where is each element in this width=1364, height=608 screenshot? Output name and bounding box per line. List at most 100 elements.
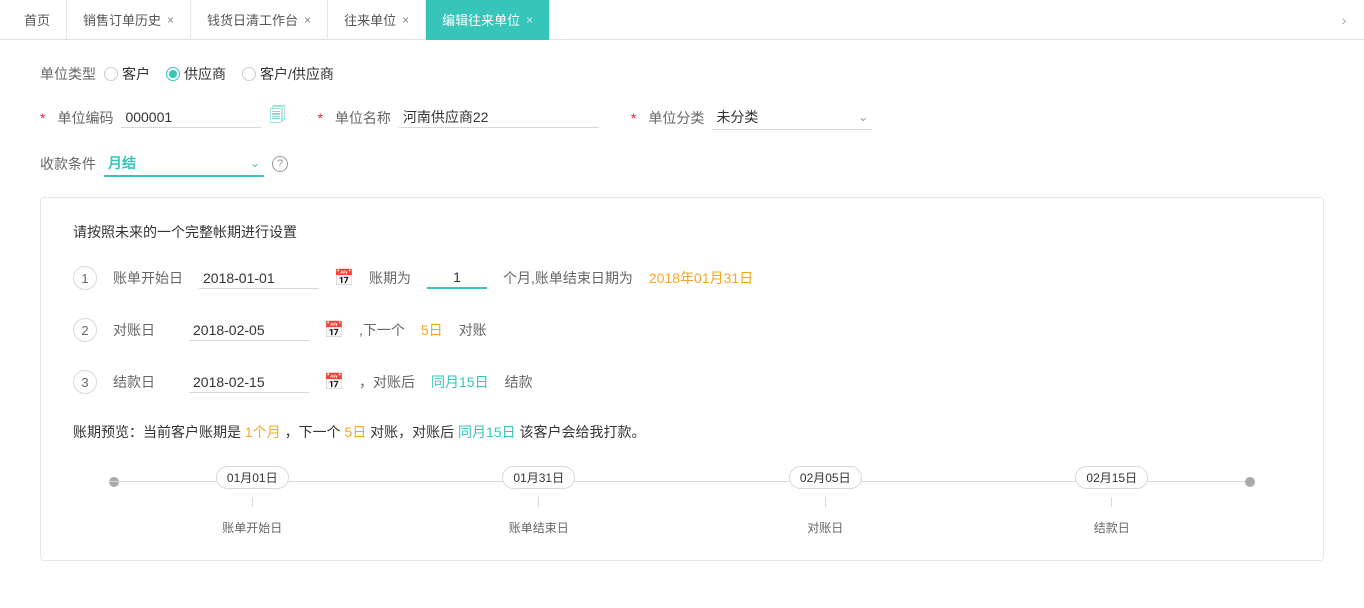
radio-both-circle xyxy=(242,67,256,81)
tabs-more-arrow[interactable]: › xyxy=(1332,0,1356,40)
step-2-row: 2 对账日 📅 ,下一个 5日 对账 xyxy=(73,318,1291,342)
timeline-node-2: 02月05日 对账日 xyxy=(789,466,862,536)
radio-supplier-circle xyxy=(166,67,180,81)
step-2-num: 2 xyxy=(73,318,97,342)
step-2-date-input[interactable] xyxy=(189,320,309,341)
period-section: 请按照未来的一个完整帐期进行设置 1 账单开始日 📅 账期为 个月,账单结束日期… xyxy=(40,197,1324,561)
step-1-end-date: 2018年01月31日 xyxy=(649,268,753,288)
step-3-row: 3 结款日 📅 ，对账后 同月15日 结款 xyxy=(73,370,1291,394)
timeline-label-1: 账单结束日 xyxy=(509,519,569,536)
unit-category-arrow: ⌄ xyxy=(858,110,868,124)
timeline-label-0: 账单开始日 xyxy=(222,519,282,536)
tab-partner-label: 往来单位 xyxy=(344,10,396,29)
unit-type-label: 单位类型 xyxy=(40,64,96,84)
step-3-num: 3 xyxy=(73,370,97,394)
preview-period: 1个月 xyxy=(245,424,281,440)
unit-code-input[interactable] xyxy=(121,107,261,128)
payment-value: 月结 xyxy=(108,153,246,173)
preview-text: 账期预览：当前客户账期是 1个月 ，下一个 5日 对账，对账后 同月15日 该客… xyxy=(73,422,1291,442)
unit-name-star: * xyxy=(317,110,322,126)
radio-both-label: 客户/供应商 xyxy=(260,64,334,84)
timeline-node-1: 01月31日 账单结束日 xyxy=(502,466,575,536)
radio-supplier[interactable]: 供应商 xyxy=(166,64,226,84)
timeline-connector-1 xyxy=(538,497,539,507)
tab-home[interactable]: 首页 xyxy=(8,0,67,40)
timeline-container: 01月01日 账单开始日 01月31日 账单结束日 02月05日 对账日 xyxy=(73,466,1291,536)
unit-code-star: * xyxy=(40,110,45,126)
radio-group: 客户 供应商 客户/供应商 xyxy=(104,64,334,84)
tab-partner[interactable]: 往来单位 × xyxy=(328,0,426,40)
preview-sep1: ，下一个 xyxy=(285,424,341,440)
step-2-suffix-before: ,下一个 xyxy=(359,320,405,340)
help-icon[interactable]: ? xyxy=(272,156,288,172)
main-content: 单位类型 客户 供应商 客户/供应商 * 单位编码 xyxy=(0,40,1364,608)
unit-code-group: * 单位编码 🗐 xyxy=(40,104,285,131)
step-2-suffix-after: 对账 xyxy=(459,320,487,340)
step-1-period-input[interactable] xyxy=(427,267,487,289)
step-1-num: 1 xyxy=(73,266,97,290)
step-3-highlight: 同月15日 xyxy=(431,372,489,392)
step-1-cal-icon[interactable]: 📅 xyxy=(335,269,353,287)
timeline-node-0: 01月01日 账单开始日 xyxy=(216,466,289,536)
unit-name-label: 单位名称 xyxy=(335,108,391,128)
payment-row: 收款条件 月结 ⌄ ? xyxy=(40,151,1324,177)
timeline-badge-0: 01月01日 xyxy=(216,466,289,489)
timeline-nodes-row: 01月01日 账单开始日 01月31日 账单结束日 02月05日 对账日 xyxy=(93,466,1271,536)
step-3-suffix-after: 结款 xyxy=(505,372,533,392)
step-1-label: 账单开始日 xyxy=(113,268,183,288)
timeline-badge-2: 02月05日 xyxy=(789,466,862,489)
tab-edit-partner-close[interactable]: × xyxy=(526,13,533,27)
preview-payment-day: 同月15日 xyxy=(458,424,516,440)
timeline-label-3: 结款日 xyxy=(1094,519,1130,536)
step-3-cal-icon[interactable]: 📅 xyxy=(325,373,343,391)
unit-info-row: * 单位编码 🗐 * 单位名称 * 单位分类 未分类 ⌄ xyxy=(40,104,1324,131)
unit-category-group: * 单位分类 未分类 ⌄ xyxy=(631,105,872,130)
tab-cash-work-close[interactable]: × xyxy=(304,13,311,27)
radio-customer-label: 客户 xyxy=(122,64,150,84)
timeline-label-2: 对账日 xyxy=(807,519,843,536)
tab-home-label: 首页 xyxy=(24,10,50,29)
tab-cash-work[interactable]: 钱货日清工作台 × xyxy=(191,0,328,40)
step-1-suffix-before: 账期为 xyxy=(369,268,411,288)
unit-category-star: * xyxy=(631,110,636,126)
copy-icon[interactable]: 🗐 xyxy=(269,104,285,131)
payment-select[interactable]: 月结 ⌄ xyxy=(104,151,264,177)
step-3-date-input[interactable] xyxy=(189,372,309,393)
unit-category-label: 单位分类 xyxy=(648,108,704,128)
timeline-badge-3: 02月15日 xyxy=(1075,466,1148,489)
preview-sep2: 对账，对账后 xyxy=(370,424,454,440)
tab-sales-history[interactable]: 销售订单历史 × xyxy=(67,0,191,40)
tab-edit-partner-label: 编辑往来单位 xyxy=(442,10,520,29)
step-1-date-input[interactable] xyxy=(199,268,319,289)
timeline-node-3: 02月15日 结款日 xyxy=(1075,466,1148,536)
timeline-connector-3 xyxy=(1111,497,1112,507)
unit-name-group: * 单位名称 xyxy=(317,107,598,128)
section-title: 请按照未来的一个完整帐期进行设置 xyxy=(73,222,1291,242)
step-2-cal-icon[interactable]: 📅 xyxy=(325,321,343,339)
preview-day: 5日 xyxy=(344,424,366,440)
unit-category-select[interactable]: 未分类 ⌄ xyxy=(712,105,872,130)
timeline-connector-0 xyxy=(252,497,253,507)
step-2-highlight: 5日 xyxy=(421,320,443,340)
tab-sales-history-label: 销售订单历史 xyxy=(83,10,161,29)
tab-sales-history-close[interactable]: × xyxy=(167,13,174,27)
payment-arrow: ⌄ xyxy=(250,156,260,170)
step-1-row: 1 账单开始日 📅 账期为 个月,账单结束日期为 2018年01月31日 xyxy=(73,266,1291,290)
tab-edit-partner[interactable]: 编辑往来单位 × xyxy=(426,0,550,40)
payment-group: 收款条件 月结 ⌄ ? xyxy=(40,151,288,177)
preview-prefix: 账期预览：当前客户账期是 xyxy=(73,424,241,440)
step-1-suffix-after: 个月,账单结束日期为 xyxy=(503,268,633,288)
step-3-suffix-before: ，对账后 xyxy=(359,372,415,392)
step-3-label: 结款日 xyxy=(113,372,173,392)
radio-both[interactable]: 客户/供应商 xyxy=(242,64,334,84)
preview-suffix: 该客户会给我打款。 xyxy=(520,424,646,440)
unit-name-input[interactable] xyxy=(399,107,599,128)
unit-code-label: 单位编码 xyxy=(57,108,113,128)
timeline-badge-1: 01月31日 xyxy=(502,466,575,489)
radio-customer-circle xyxy=(104,67,118,81)
tabs-bar: 首页 销售订单历史 × 钱货日清工作台 × 往来单位 × 编辑往来单位 × › xyxy=(0,0,1364,40)
radio-supplier-label: 供应商 xyxy=(184,64,226,84)
tab-partner-close[interactable]: × xyxy=(402,13,409,27)
step-2-label: 对账日 xyxy=(113,320,173,340)
radio-customer[interactable]: 客户 xyxy=(104,64,150,84)
